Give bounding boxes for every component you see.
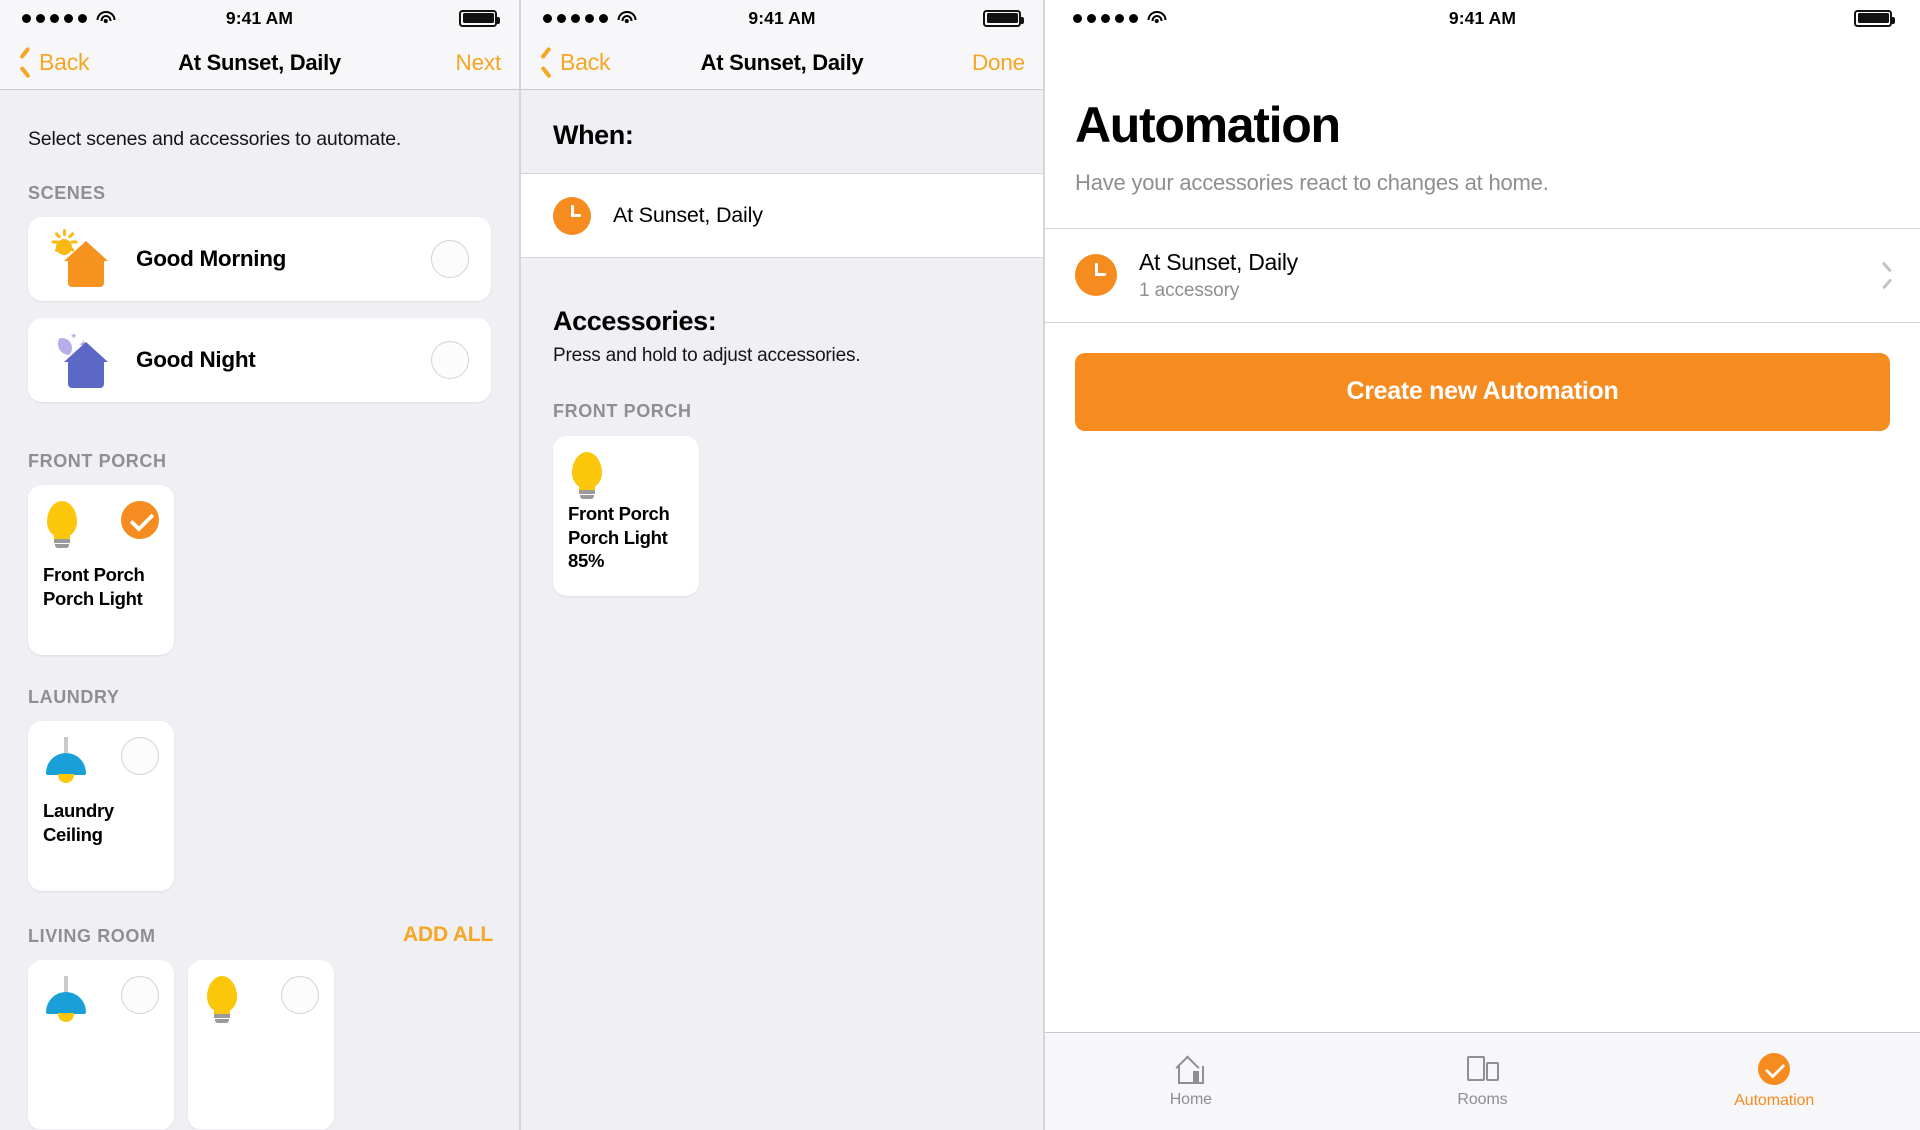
pendant-light-icon <box>42 737 90 793</box>
status-bar-right <box>983 9 1024 27</box>
accessory-tile-line2: Porch Light <box>43 587 143 609</box>
accessory-tile-label: Front Porch Porch Light 85% <box>568 502 670 573</box>
house-sun-icon <box>50 229 116 287</box>
accessory-select-toggle[interactable] <box>121 737 159 775</box>
battery-icon <box>1854 9 1895 27</box>
back-button-label: Back <box>560 49 611 75</box>
automation-icon <box>1758 1053 1791 1085</box>
chevron-right-icon <box>1879 266 1890 285</box>
tile-row-living-room <box>0 960 519 1129</box>
accessories-note: Press and hold to adjust accessories. <box>553 345 861 366</box>
accessory-tile-line1: Front Porch <box>568 503 670 524</box>
screen3-content: Automation Have your accessories react t… <box>1045 36 1920 1130</box>
tile-row-front-porch: Front Porch Porch Light <box>0 485 519 655</box>
status-bar-right <box>459 9 500 27</box>
scene-select-toggle[interactable] <box>431 240 469 278</box>
three-screen-comparison: 9:41 AM Back At Sunset, Daily Next Selec… <box>0 0 1920 1130</box>
section-header-living-room: LIVING ROOM <box>28 926 156 946</box>
home-icon <box>1174 1054 1208 1084</box>
screen-automation-summary: 9:41 AM Back At Sunset, Daily Done When:… <box>519 0 1043 1130</box>
section-header-living-room-row: LIVING ROOM Add All <box>0 891 519 960</box>
accessory-select-toggle[interactable] <box>121 501 159 539</box>
navigation-bar: Back At Sunset, Daily Done <box>521 36 1043 90</box>
accessory-tile-line2: Ceiling <box>43 823 103 845</box>
lightbulb-icon <box>202 976 242 1028</box>
screen1-content: Select scenes and accessories to automat… <box>0 90 519 1129</box>
accessory-select-toggle[interactable] <box>121 976 159 1014</box>
screen-automation-list: 9:41 AM Automation Have your accessories… <box>1043 0 1920 1130</box>
status-bar: 9:41 AM <box>0 0 519 36</box>
scene-row-good-morning[interactable]: Good Morning <box>28 217 491 301</box>
lightbulb-icon <box>567 452 607 504</box>
tab-automation-label: Automation <box>1734 1092 1815 1109</box>
section-header-front-porch: FRONT PORCH <box>28 451 167 471</box>
tab-home[interactable]: Home <box>1045 1033 1337 1130</box>
navigation-bar: Back At Sunset, Daily Next <box>0 36 519 90</box>
accessory-tile-brightness: 85% <box>568 550 605 572</box>
done-button[interactable]: Done <box>972 50 1025 76</box>
status-bar-time: 9:41 AM <box>1448 7 1517 28</box>
scene-select-toggle[interactable] <box>431 341 469 379</box>
status-bar: 9:41 AM <box>1045 0 1920 36</box>
accessory-tile-living-room-2[interactable] <box>188 960 334 1129</box>
accessory-tile-porch-light[interactable]: Front Porch Porch Light <box>28 485 174 655</box>
tile-row-laundry: Laundry Ceiling <box>0 721 519 891</box>
accessory-tile-porch-light[interactable]: Front Porch Porch Light 85% <box>553 436 699 596</box>
intro-text: Select scenes and accessories to automat… <box>28 128 402 150</box>
accessory-tile-row: Front Porch Porch Light 85% <box>553 436 1011 596</box>
when-trigger-row[interactable]: At Sunset, Daily <box>521 174 1043 258</box>
back-button[interactable]: Back <box>539 49 611 76</box>
chevron-left-icon <box>18 51 32 74</box>
when-heading: When: <box>553 120 634 150</box>
clock-icon <box>1075 254 1117 297</box>
screen-select-accessories: 9:41 AM Back At Sunset, Daily Next Selec… <box>0 0 519 1130</box>
tab-rooms[interactable]: Rooms <box>1337 1033 1629 1130</box>
status-bar-time: 9:41 AM <box>748 7 816 28</box>
battery-icon <box>459 9 500 27</box>
accessory-select-toggle[interactable] <box>281 976 319 1014</box>
clock-icon <box>553 196 591 235</box>
next-button[interactable]: Next <box>456 50 502 76</box>
scene-label: Good Morning <box>136 246 287 271</box>
accessory-tile-laundry-ceiling[interactable]: Laundry Ceiling <box>28 721 174 891</box>
tab-automation[interactable]: Automation <box>1628 1033 1920 1130</box>
add-all-button[interactable]: Add All <box>403 923 493 947</box>
automation-item-title: At Sunset, Daily <box>1139 248 1298 275</box>
pendant-light-icon <box>42 976 90 1032</box>
status-bar-right <box>1854 9 1895 27</box>
status-bar: 9:41 AM <box>521 0 1043 36</box>
accessory-tile-line1: Laundry <box>43 800 114 821</box>
scenes-section-header: SCENES <box>28 183 106 203</box>
battery-icon <box>983 9 1024 27</box>
back-button[interactable]: Back <box>18 49 90 76</box>
accessory-tile-line2: Porch Light <box>568 526 668 548</box>
when-trigger-label: At Sunset, Daily <box>613 203 763 227</box>
lightbulb-icon <box>42 501 82 553</box>
tab-rooms-label: Rooms <box>1457 1091 1508 1108</box>
accessory-tile-label: Laundry Ceiling <box>43 799 114 846</box>
scene-row-good-night[interactable]: ✦ ✦ Good Night <box>28 318 491 402</box>
chevron-left-icon <box>539 51 553 74</box>
tab-home-label: Home <box>1169 1091 1212 1108</box>
page-subtitle: Have your accessories react to changes a… <box>1075 170 1549 195</box>
accessory-tile-line1: Front Porch <box>43 564 145 585</box>
accessory-tile-label: Front Porch Porch Light <box>43 563 145 610</box>
accessory-tile-living-room-1[interactable] <box>28 960 174 1129</box>
section-header-laundry: LAUNDRY <box>28 687 120 707</box>
create-new-automation-button[interactable]: Create new Automation <box>1075 352 1890 431</box>
tab-bar: Home Rooms Automation <box>1045 1032 1920 1130</box>
automation-list-item[interactable]: At Sunset, Daily 1 accessory <box>1045 227 1920 323</box>
status-bar-time: 9:41 AM <box>225 7 294 28</box>
back-button-label: Back <box>39 49 90 75</box>
accessories-section-header: FRONT PORCH <box>553 401 692 421</box>
rooms-icon <box>1466 1054 1499 1084</box>
accessories-section: Accessories: Press and hold to adjust ac… <box>521 258 1043 596</box>
automation-item-text: At Sunset, Daily 1 accessory <box>1139 249 1298 302</box>
automation-item-subtitle: 1 accessory <box>1139 279 1240 301</box>
when-section-header: When: <box>521 90 1043 174</box>
accessories-heading: Accessories: <box>553 306 717 336</box>
page-title: Automation <box>1075 97 1341 153</box>
house-moon-icon: ✦ ✦ <box>50 332 116 388</box>
scene-label: Good Night <box>136 347 256 372</box>
